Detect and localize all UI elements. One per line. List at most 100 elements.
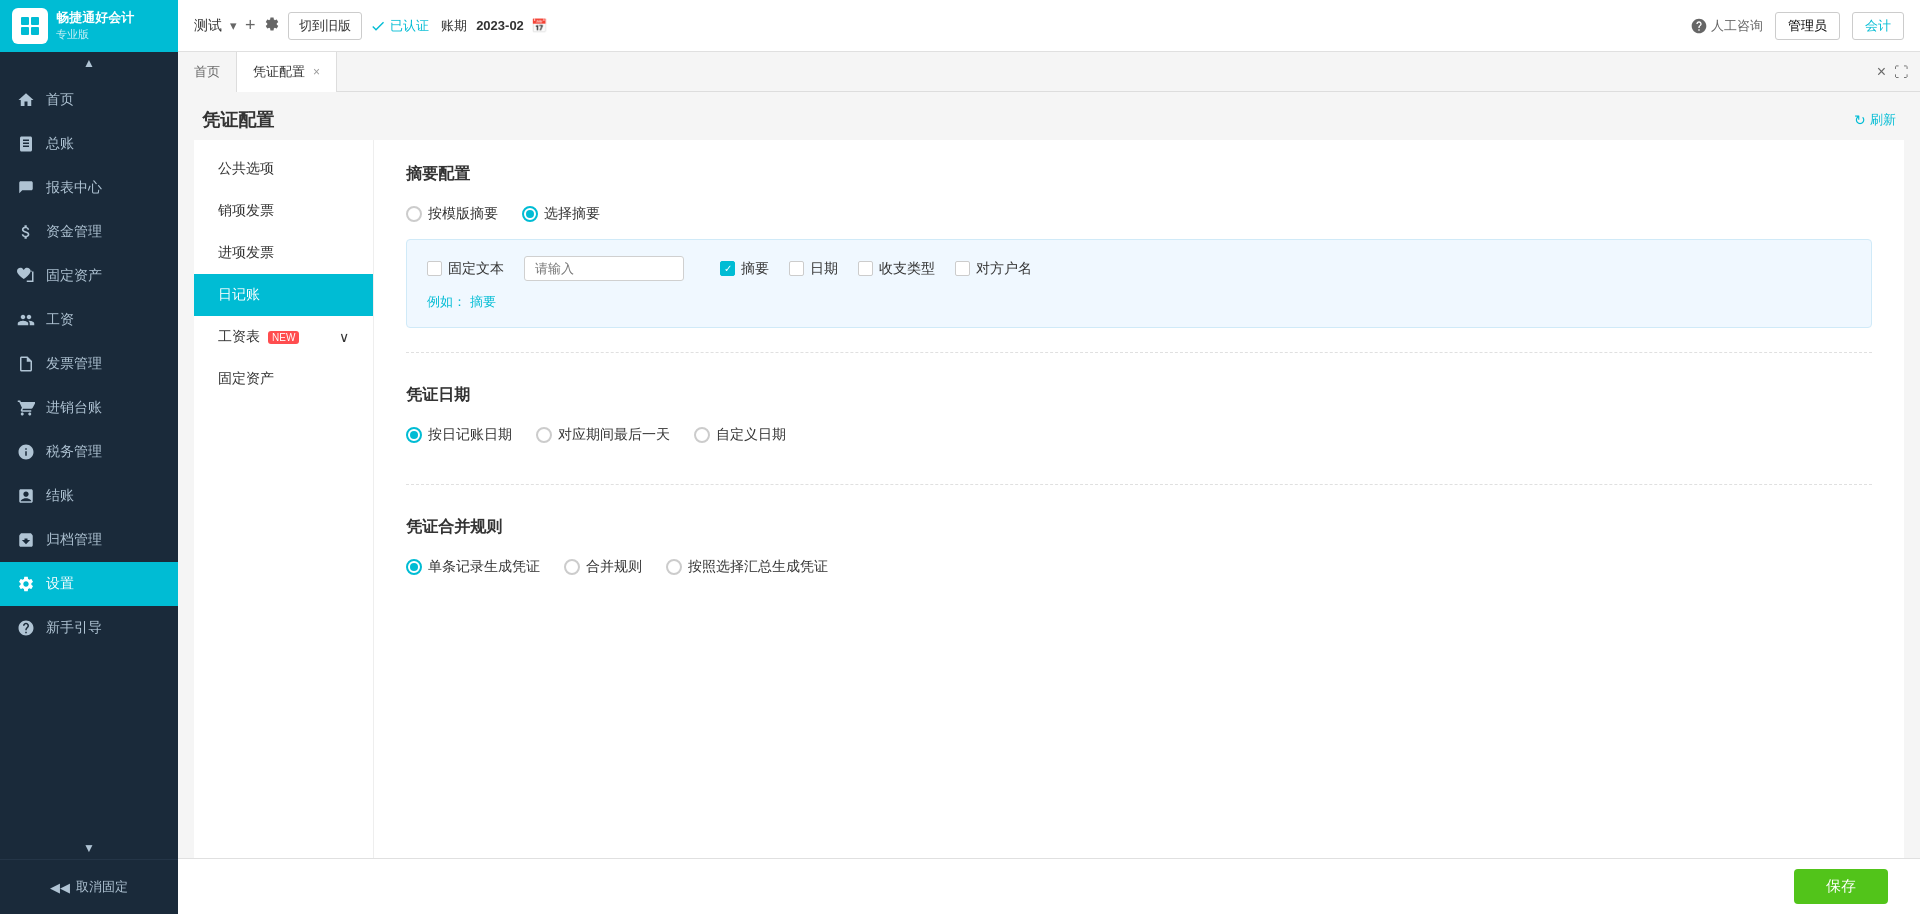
tabbar-close-button[interactable]: × — [1877, 63, 1886, 81]
tax-icon — [16, 442, 36, 462]
page-footer: 保存 — [178, 858, 1920, 914]
archive-icon — [16, 530, 36, 550]
right-panel: 摘要配置 按模版摘要 选择摘要 — [374, 140, 1904, 914]
sidebar-item-home[interactable]: 首页 — [0, 78, 178, 122]
sidebar: 畅捷通好会计 专业版 ▲ 首页 总账 报表中心 资金管理 — [0, 0, 178, 914]
refresh-button[interactable]: ↻ 刷新 — [1854, 111, 1896, 129]
radio-select-circle — [522, 206, 538, 222]
menu-item-payroll[interactable]: 工资表 NEW ∨ — [194, 316, 373, 358]
page-title: 凭证配置 — [202, 108, 274, 132]
sidebar-nav: 首页 总账 报表中心 资金管理 固定资产 — [0, 74, 178, 837]
summary-config-title: 摘要配置 — [406, 164, 1872, 185]
app-logo-text: 畅捷通好会计 专业版 — [56, 10, 134, 42]
checkbox-date[interactable]: 日期 — [789, 260, 838, 278]
fund-icon — [16, 222, 36, 242]
sidebar-item-guide[interactable]: 新手引导 — [0, 606, 178, 650]
report-icon — [16, 178, 36, 198]
company-name: 测试 — [194, 17, 222, 35]
verified-badge: 已认证 — [370, 17, 429, 35]
page-header: 凭证配置 ↻ 刷新 — [178, 92, 1920, 140]
checkbox-summary[interactable]: ✓ 摘要 — [720, 260, 769, 278]
tabbar-right: × ⛶ — [1865, 63, 1920, 81]
summary-radio-group: 按模版摘要 选择摘要 — [406, 205, 1872, 223]
sidebar-item-close-account[interactable]: 结账 — [0, 474, 178, 518]
accountant-button[interactable]: 会计 — [1852, 12, 1904, 40]
content-inner: 凭证配置 ↻ 刷新 公共选项 销项发票 进项发票 日记账 — [178, 92, 1920, 914]
radio-aggregate[interactable]: 按照选择汇总生成凭证 — [666, 558, 828, 576]
invoice-icon — [16, 354, 36, 374]
sidebar-item-invoice[interactable]: 发票管理 — [0, 342, 178, 386]
section-summary-config: 摘要配置 按模版摘要 选择摘要 — [406, 164, 1872, 353]
radio-journal-date[interactable]: 按日记账日期 — [406, 426, 512, 444]
checkbox-fixed-text[interactable]: 固定文本 — [427, 260, 504, 278]
sidebar-item-fund[interactable]: 资金管理 — [0, 210, 178, 254]
tabbar: 首页 凭证配置 × × ⛶ — [178, 52, 1920, 92]
radio-template-summary[interactable]: 按模版摘要 — [406, 205, 498, 223]
menu-item-public[interactable]: 公共选项 — [194, 148, 373, 190]
menu-item-fixed-assets[interactable]: 固定资产 — [194, 358, 373, 400]
tab-voucher-config[interactable]: 凭证配置 × — [237, 52, 337, 92]
sidebar-item-archive[interactable]: 归档管理 — [0, 518, 178, 562]
asset-icon — [16, 266, 36, 286]
left-menu: 公共选项 销项发票 进项发票 日记账 工资表 NEW ∨ — [194, 140, 374, 914]
consult-button[interactable]: 人工咨询 — [1691, 17, 1763, 35]
sidebar-item-tax[interactable]: 税务管理 — [0, 430, 178, 474]
sidebar-scroll-up[interactable]: ▲ — [0, 52, 178, 74]
radio-select-summary[interactable]: 选择摘要 — [522, 205, 600, 223]
period-label: 账期 2023-02 📅 — [441, 17, 548, 35]
cancel-fixed-button[interactable]: ◀◀ 取消固定 — [0, 870, 178, 904]
header-settings-button[interactable] — [264, 16, 280, 35]
menu-item-sales-invoice[interactable]: 销项发票 — [194, 190, 373, 232]
single-record-circle — [406, 559, 422, 575]
add-button[interactable]: + — [245, 15, 256, 36]
tab-close-icon[interactable]: × — [313, 65, 320, 79]
sidebar-bottom: ◀◀ 取消固定 — [0, 859, 178, 914]
sidebar-item-report[interactable]: 报表中心 — [0, 166, 178, 210]
menu-item-journal[interactable]: 日记账 — [194, 274, 373, 316]
cancel-fixed-icon: ◀◀ — [50, 880, 70, 895]
radio-period-last-day[interactable]: 对应期间最后一天 — [536, 426, 670, 444]
checkbox-payment-type[interactable]: 收支类型 — [858, 260, 935, 278]
sidebar-item-purchase[interactable]: 进销台账 — [0, 386, 178, 430]
ledger-icon — [16, 134, 36, 154]
sidebar-item-ledger[interactable]: 总账 — [0, 122, 178, 166]
radio-template-circle — [406, 206, 422, 222]
app-logo-icon — [12, 8, 48, 44]
menu-item-purchase-invoice[interactable]: 进项发票 — [194, 232, 373, 274]
tabbar-expand-button[interactable]: ⛶ — [1894, 64, 1908, 80]
voucher-date-title: 凭证日期 — [406, 385, 1872, 406]
journal-date-circle — [406, 427, 422, 443]
fixed-text-checkbox — [427, 261, 442, 276]
sidebar-item-salary[interactable]: 工资 — [0, 298, 178, 342]
payment-type-checkbox — [858, 261, 873, 276]
settings-icon — [16, 574, 36, 594]
summary-options-box: 固定文本 ✓ 摘要 日期 — [406, 239, 1872, 328]
layout-body: 公共选项 销项发票 进项发票 日记账 工资表 NEW ∨ — [194, 140, 1904, 914]
example-text: 例如： 摘要 — [427, 293, 1851, 311]
radio-custom-date[interactable]: 自定义日期 — [694, 426, 786, 444]
counterparty-checkbox — [955, 261, 970, 276]
voucher-date-radio-group: 按日记账日期 对应期间最后一天 自定义日期 — [406, 426, 1872, 444]
switch-old-version-button[interactable]: 切到旧版 — [288, 12, 362, 40]
header: 测试 ▾ + 切到旧版 已认证 账期 2023-02 📅 人工咨询 管理员 会计 — [178, 0, 1920, 52]
sidebar-item-asset[interactable]: 固定资产 — [0, 254, 178, 298]
company-dropdown-button[interactable]: ▾ — [230, 18, 237, 33]
sidebar-item-settings[interactable]: 设置 — [0, 562, 178, 606]
tab-home[interactable]: 首页 — [178, 52, 237, 92]
svg-rect-1 — [31, 17, 39, 25]
svg-rect-0 — [21, 17, 29, 25]
guide-icon — [16, 618, 36, 638]
fixed-text-input[interactable] — [524, 256, 684, 281]
radio-merge-rule[interactable]: 合并规则 — [564, 558, 642, 576]
new-badge: NEW — [268, 331, 299, 344]
custom-date-circle — [694, 427, 710, 443]
admin-button[interactable]: 管理员 — [1775, 12, 1840, 40]
salary-icon — [16, 310, 36, 330]
radio-single-record[interactable]: 单条记录生成凭证 — [406, 558, 540, 576]
main-content: 凭证配置 ↻ 刷新 公共选项 销项发票 进项发票 日记账 — [178, 92, 1920, 914]
sidebar-scroll-down[interactable]: ▼ — [0, 837, 178, 859]
save-button[interactable]: 保存 — [1794, 869, 1888, 904]
date-checkbox — [789, 261, 804, 276]
summary-checkbox: ✓ — [720, 261, 735, 276]
checkbox-counterparty[interactable]: 对方户名 — [955, 260, 1032, 278]
